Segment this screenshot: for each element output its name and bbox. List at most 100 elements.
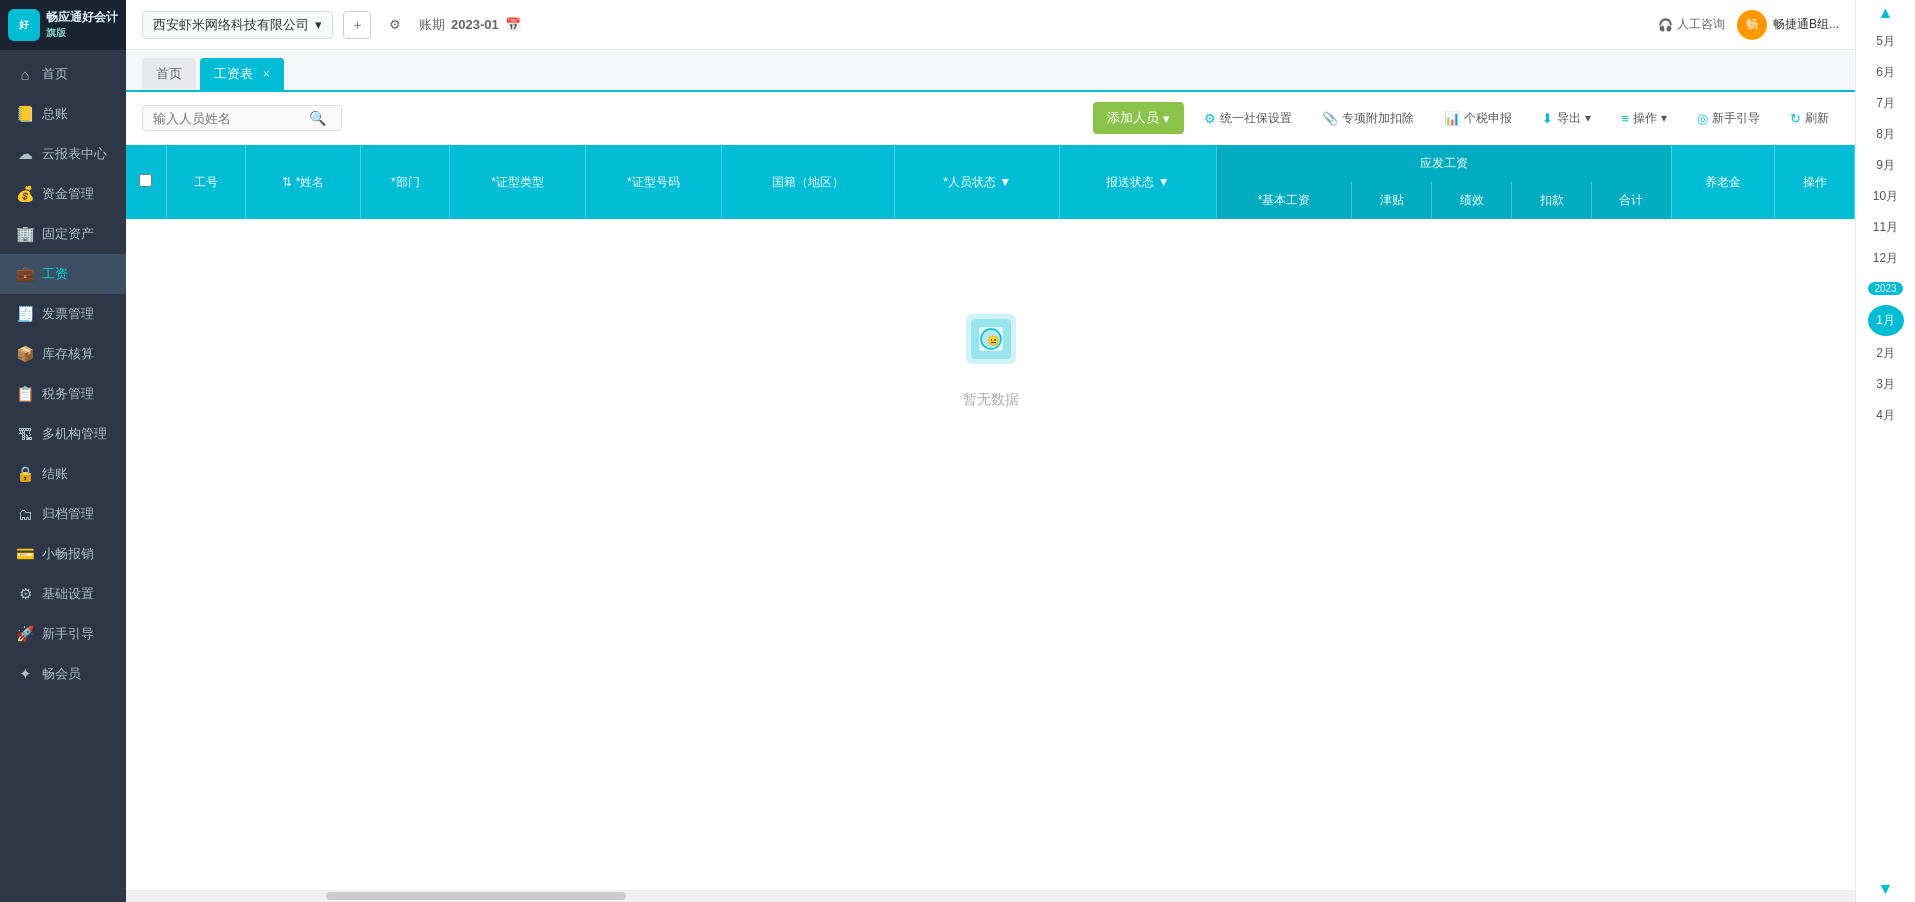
tab-salary[interactable]: 工资表 × <box>200 58 284 90</box>
filter-icon-status[interactable]: ▼ <box>999 175 1011 189</box>
th-name: ⇅ *姓名 <box>246 145 361 219</box>
month-item-1[interactable]: 1月 <box>1868 305 1904 336</box>
sidebar-item-fixed-assets[interactable]: 🏢 固定资产 <box>0 214 126 254</box>
add-person-dropdown-icon: ▾ <box>1163 111 1170 126</box>
sidebar-item-cloud-report[interactable]: ☁ 云报表中心 <box>0 134 126 174</box>
sidebar-item-home[interactable]: ⌂ 首页 <box>0 54 126 94</box>
ledger-icon: 📒 <box>16 105 34 123</box>
search-input[interactable] <box>153 111 303 126</box>
sidebar-item-tax-label: 税务管理 <box>42 385 94 403</box>
sidebar-item-ledger-label: 总账 <box>42 105 68 123</box>
company-name: 西安虾米网络科技有限公司 <box>153 16 309 34</box>
month-item-2[interactable]: 2月 <box>1856 338 1915 369</box>
sidebar-item-inventory-label: 库存核算 <box>42 345 94 363</box>
sidebar-item-guide[interactable]: 🚀 新手引导 <box>0 614 126 654</box>
tab-home[interactable]: 首页 <box>142 58 196 90</box>
social-security-button[interactable]: ⚙ 统一社保设置 <box>1194 104 1302 133</box>
guide-btn-icon: ◎ <box>1697 111 1708 126</box>
month-item-10[interactable]: 10月 <box>1856 181 1915 212</box>
period-value[interactable]: 2023-01 <box>451 17 499 32</box>
h-scrollbar-thumb[interactable] <box>326 892 626 900</box>
tax-report-icon: 📊 <box>1444 111 1460 126</box>
svg-text:😐: 😐 <box>987 334 1000 347</box>
sidebar-item-inventory[interactable]: 📦 库存核算 <box>0 334 126 374</box>
month-item-5[interactable]: 5月 <box>1856 26 1915 57</box>
sidebar-item-invoice[interactable]: 🧾 发票管理 <box>0 294 126 334</box>
refresh-button[interactable]: ↻ 刷新 <box>1780 104 1839 133</box>
sidebar-item-ledger[interactable]: 📒 总账 <box>0 94 126 134</box>
sidebar-item-expense[interactable]: 💳 小畅报销 <box>0 534 126 574</box>
user-menu[interactable]: 畅 畅捷通B组... <box>1737 10 1839 40</box>
expense-icon: 💳 <box>16 545 34 563</box>
h-scrollbar[interactable] <box>126 890 1855 902</box>
sidebar-item-salary[interactable]: 💼 工资 <box>0 254 126 294</box>
sidebar-item-archive[interactable]: 🗂 归档管理 <box>0 494 126 534</box>
sidebar-item-tax[interactable]: 📋 税务管理 <box>0 374 126 414</box>
tab-salary-close[interactable]: × <box>263 67 270 81</box>
month-item-12[interactable]: 12月 <box>1856 243 1915 274</box>
tax-icon: 📋 <box>16 385 34 403</box>
empty-text: 暂无数据 <box>963 391 1019 409</box>
th-allowance: 津贴 <box>1352 182 1432 219</box>
th-id-type: *证型类型 <box>450 145 586 219</box>
search-wrap: 🔍 <box>142 105 342 131</box>
filter-icon-report[interactable]: ▼ <box>1158 175 1170 189</box>
month-item-7[interactable]: 7月 <box>1856 88 1915 119</box>
header: 西安虾米网络科技有限公司 ▾ ＋ ⚙ 账期 2023-01 📅 🎧 人工咨询 畅… <box>126 0 1855 50</box>
sidebar-item-member[interactable]: ✦ 畅会员 <box>0 654 126 694</box>
guide-button[interactable]: ◎ 新手引导 <box>1687 104 1770 133</box>
app-logo: 好 畅应通好会计 旗版 <box>0 0 126 50</box>
th-id: 工号 <box>166 145 246 219</box>
guide-label: 新手引导 <box>1712 110 1760 127</box>
month-item-8[interactable]: 8月 <box>1856 119 1915 150</box>
th-total: 合计 <box>1591 182 1671 219</box>
sidebar-item-expense-label: 小畅报销 <box>42 545 94 563</box>
sidebar-item-close-period[interactable]: 🔒 结账 <box>0 454 126 494</box>
archive-icon: 🗂 <box>16 506 34 523</box>
sidebar-item-fund[interactable]: 💰 资金管理 <box>0 174 126 214</box>
th-dept: *部门 <box>361 145 450 219</box>
th-country: 国籍（地区） <box>721 145 894 219</box>
empty-icon: 😐 <box>951 299 1031 379</box>
operations-button[interactable]: ≡ 操作 ▾ <box>1611 104 1677 133</box>
tab-bar: 首页 工资表 × <box>126 50 1855 92</box>
period-label: 账期 <box>419 16 445 34</box>
sidebar-item-multi-org[interactable]: 🏗 多机构管理 <box>0 414 126 454</box>
month-list: 5月 6月 7月 8月 9月 10月 11月 12月 2023 1月 2月 3月… <box>1856 26 1915 876</box>
settings-button[interactable]: ⚙ <box>381 11 409 39</box>
th-pension: 养老金 <box>1671 145 1774 219</box>
settings-icon: ⚙ <box>16 585 34 603</box>
add-company-button[interactable]: ＋ <box>343 11 371 39</box>
right-month-panel: ▲ 5月 6月 7月 8月 9月 10月 11月 12月 2023 1月 2月 … <box>1855 0 1915 902</box>
month-nav-down[interactable]: ▼ <box>1856 876 1915 902</box>
sidebar-item-salary-label: 工资 <box>42 265 68 283</box>
app-edition: 旗版 <box>46 26 118 40</box>
calendar-icon[interactable]: 📅 <box>505 17 521 32</box>
fund-icon: 💰 <box>16 185 34 203</box>
tab-home-label: 首页 <box>156 66 182 81</box>
social-security-icon: ⚙ <box>1204 111 1216 126</box>
month-item-6[interactable]: 6月 <box>1856 57 1915 88</box>
home-icon: ⌂ <box>16 66 34 83</box>
month-item-4[interactable]: 4月 <box>1856 400 1915 431</box>
month-item-9[interactable]: 9月 <box>1856 150 1915 181</box>
sidebar-item-cloud-report-label: 云报表中心 <box>42 145 107 163</box>
th-base-salary: *基本工资 <box>1216 182 1352 219</box>
month-item-11[interactable]: 11月 <box>1856 212 1915 243</box>
company-selector[interactable]: 西安虾米网络科技有限公司 ▾ <box>142 11 333 39</box>
th-operations: 操作 <box>1775 145 1855 219</box>
month-item-3[interactable]: 3月 <box>1856 369 1915 400</box>
guide-icon: 🚀 <box>16 625 34 643</box>
select-all-checkbox[interactable] <box>139 174 152 187</box>
service-button[interactable]: 🎧 人工咨询 <box>1658 16 1725 33</box>
avatar: 畅 <box>1737 10 1767 40</box>
export-button[interactable]: ⬇ 导出 ▾ <box>1532 104 1601 133</box>
add-person-button[interactable]: 添加人员 ▾ <box>1093 102 1184 134</box>
sidebar-item-multi-org-label: 多机构管理 <box>42 425 107 443</box>
sidebar-item-settings[interactable]: ⚙ 基础设置 <box>0 574 126 614</box>
month-nav-up[interactable]: ▲ <box>1856 0 1915 26</box>
export-label: 导出 <box>1557 110 1581 127</box>
special-deduction-button[interactable]: 📎 专项附加扣除 <box>1312 104 1424 133</box>
tax-report-button[interactable]: 📊 个税申报 <box>1434 104 1522 133</box>
th-performance: 绩效 <box>1432 182 1512 219</box>
